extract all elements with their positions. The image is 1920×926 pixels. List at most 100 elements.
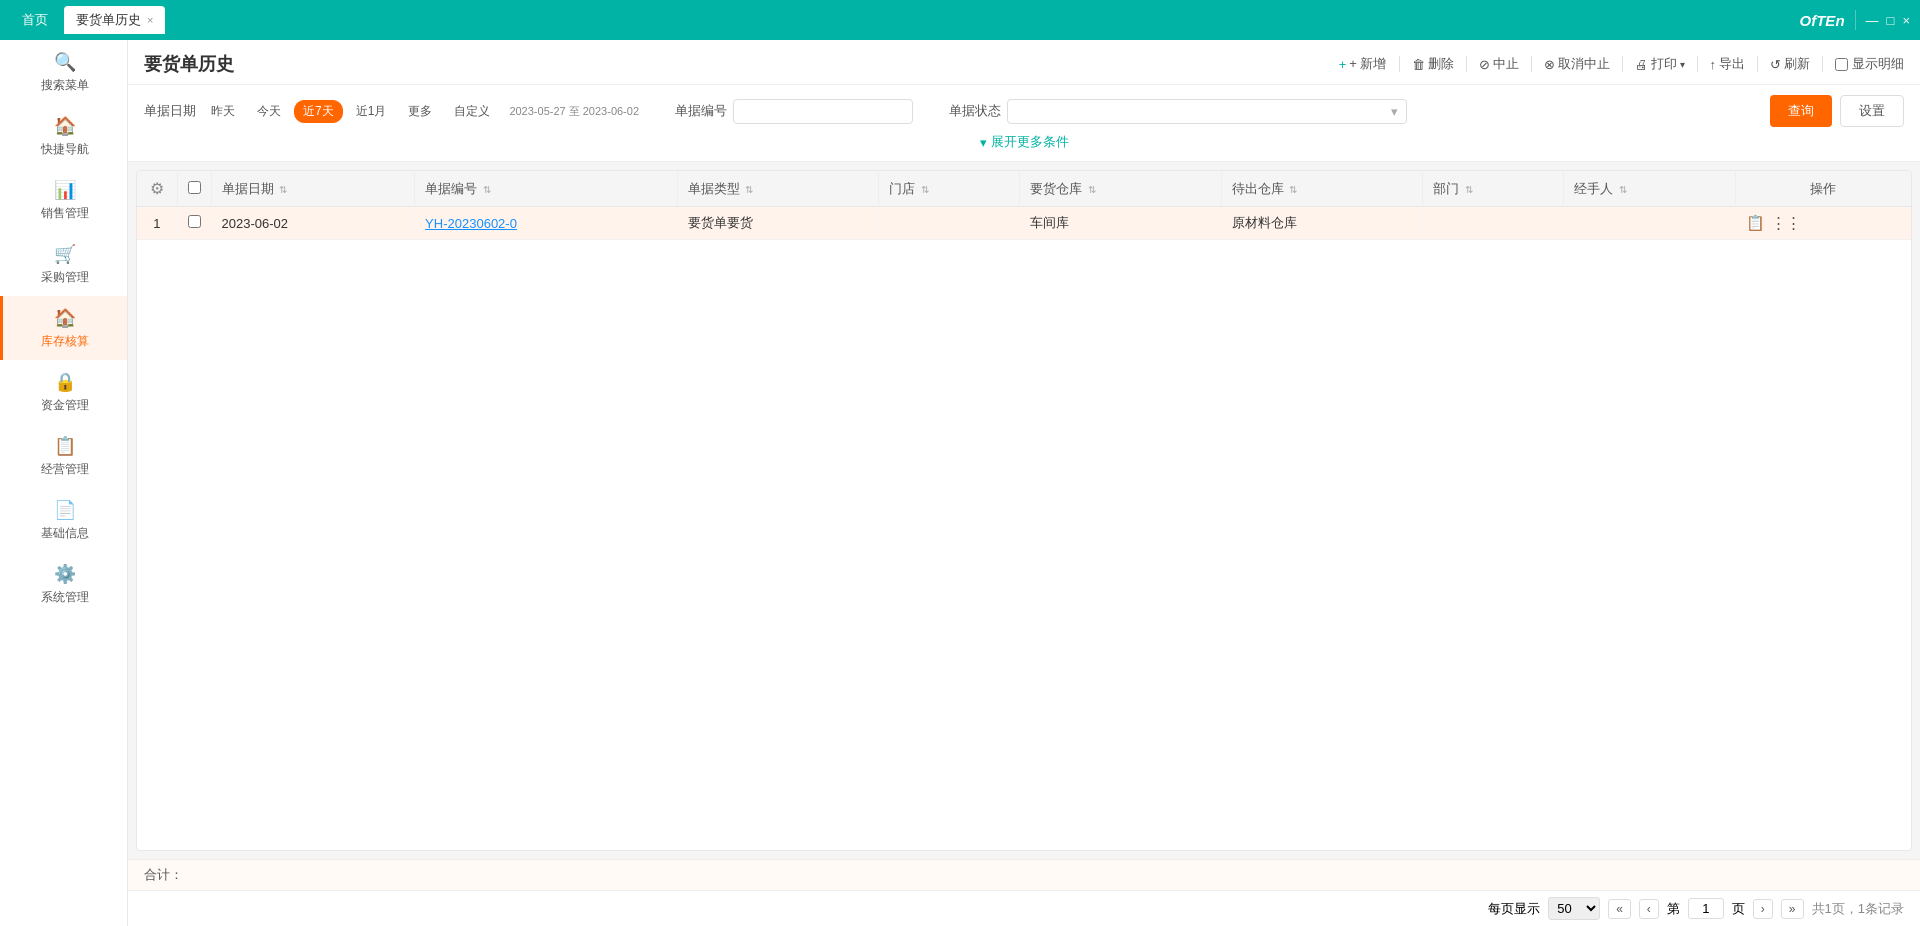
date-btn-today[interactable]: 今天 <box>248 100 290 123</box>
print-dropdown-icon: ▾ <box>1680 59 1685 70</box>
filter-group-doc-status: 单据状态 ▾ <box>949 99 1754 124</box>
sidebar-item-finance[interactable]: 🔒 资金管理 <box>0 360 127 424</box>
sort-store-icon[interactable]: ⇅ <box>921 184 929 195</box>
sidebar-item-system-label: 系统管理 <box>41 589 89 606</box>
per-page-select[interactable]: 50 20 100 200 <box>1548 897 1600 920</box>
sort-handler-icon[interactable]: ⇅ <box>1619 184 1627 195</box>
stop-button[interactable]: ⊘ 中止 <box>1479 55 1519 73</box>
date-btn-more[interactable]: 更多 <box>399 100 441 123</box>
divider-6 <box>1757 56 1758 72</box>
td-doc-type: 要货单要货 <box>677 207 879 240</box>
sidebar-item-purchase-label: 采购管理 <box>41 269 89 286</box>
table-row: 1 2023-06-02 YH-20230602-0 要货单要货 车间库 原材料… <box>137 207 1911 240</box>
export-button[interactable]: ↑ 导出 <box>1710 55 1746 73</box>
td-index: 1 <box>137 207 177 240</box>
select-all-checkbox[interactable] <box>188 181 201 194</box>
date-btn-custom[interactable]: 自定义 <box>445 100 499 123</box>
print-button[interactable]: 🖨 打印 ▾ <box>1635 55 1685 73</box>
expand-more-label: 展开更多条件 <box>991 133 1069 151</box>
cancel-stop-icon: ⊗ <box>1544 57 1555 72</box>
th-doc-type: 单据类型 ⇅ <box>677 171 879 207</box>
doc-status-select[interactable]: ▾ <box>1007 99 1407 124</box>
top-bar-right: OfTEn — □ × <box>1800 10 1910 30</box>
refresh-button[interactable]: ↺ 刷新 <box>1770 55 1810 73</box>
row-more-icon[interactable]: ⋮⋮ <box>1771 214 1801 232</box>
sidebar-item-basic-info[interactable]: 📄 基础信息 <box>0 488 127 552</box>
sidebar-item-system[interactable]: ⚙️ 系统管理 <box>0 552 127 616</box>
system-icon: ⚙️ <box>54 563 76 585</box>
page-title: 要货单历史 <box>144 52 234 76</box>
doc-number-input[interactable] <box>733 99 913 124</box>
sidebar-item-sales-label: 销售管理 <box>41 205 89 222</box>
tab-requisition-history[interactable]: 要货单历史 × <box>64 6 165 34</box>
sidebar-item-inventory[interactable]: 🏠 库存核算 <box>0 296 127 360</box>
th-department: 部门 ⇅ <box>1423 171 1564 207</box>
sidebar-item-purchase[interactable]: 🛒 采购管理 <box>0 232 127 296</box>
minimize-btn[interactable]: — <box>1866 13 1879 28</box>
sort-doc-date-icon[interactable]: ⇅ <box>279 184 287 195</box>
filter-area: 单据日期 昨天 今天 近7天 近1月 更多 自定义 2023-05-27 至 2… <box>128 85 1920 162</box>
th-doc-date: 单据日期 ⇅ <box>211 171 415 207</box>
sidebar-item-basic-info-label: 基础信息 <box>41 525 89 542</box>
new-icon: + <box>1339 57 1347 72</box>
td-doc-number[interactable]: YH-20230602-0 <box>415 207 677 240</box>
sidebar-item-finance-label: 资金管理 <box>41 397 89 414</box>
sort-doc-number-icon[interactable]: ⇅ <box>483 184 491 195</box>
delete-button[interactable]: 🗑 删除 <box>1412 55 1454 73</box>
table-settings-icon[interactable]: ⚙ <box>150 180 164 197</box>
delete-label: 删除 <box>1428 55 1454 73</box>
expand-more-button[interactable]: ▾ 展开更多条件 <box>144 133 1904 151</box>
query-buttons: 查询 设置 <box>1770 95 1904 127</box>
sidebar-item-sales[interactable]: 📊 销售管理 <box>0 168 127 232</box>
sort-req-warehouse-icon[interactable]: ⇅ <box>1088 184 1096 195</box>
per-page-label: 每页显示 <box>1488 900 1540 918</box>
search-menu-icon: 🔍 <box>54 51 76 73</box>
maximize-btn[interactable]: □ <box>1887 13 1895 28</box>
sidebar-item-search[interactable]: 🔍 搜索菜单 <box>0 40 127 104</box>
divider-5 <box>1697 56 1698 72</box>
page-number-input[interactable] <box>1688 898 1724 919</box>
stop-icon: ⊘ <box>1479 57 1490 72</box>
display-detail-input[interactable] <box>1835 58 1848 71</box>
td-req-warehouse: 车间库 <box>1020 207 1222 240</box>
export-icon: ↑ <box>1710 57 1717 72</box>
page-suffix-label: 页 <box>1732 900 1745 918</box>
export-label: 导出 <box>1719 55 1745 73</box>
filter-group-date: 单据日期 昨天 今天 近7天 近1月 更多 自定义 2023-05-27 至 2… <box>144 100 639 123</box>
display-detail-checkbox[interactable]: 显示明细 <box>1835 55 1904 73</box>
prev-page-btn[interactable]: ‹ <box>1639 899 1659 919</box>
pagination-info: 共1页，1条记录 <box>1812 900 1904 918</box>
th-pending-warehouse: 待出仓库 ⇅ <box>1221 171 1423 207</box>
row-edit-icon[interactable]: 📋 <box>1746 214 1765 232</box>
first-page-btn[interactable]: « <box>1608 899 1631 919</box>
doc-number-link[interactable]: YH-20230602-0 <box>425 216 517 231</box>
date-btn-yesterday[interactable]: 昨天 <box>202 100 244 123</box>
print-icon: 🖨 <box>1635 57 1648 72</box>
cancel-stop-button[interactable]: ⊗ 取消中止 <box>1544 55 1610 73</box>
new-button[interactable]: + + 新增 <box>1339 55 1387 73</box>
sort-department-icon[interactable]: ⇅ <box>1465 184 1473 195</box>
sidebar: 🔍 搜索菜单 🏠 快捷导航 📊 销售管理 🛒 采购管理 🏠 库存核算 🔒 资金管… <box>0 40 128 926</box>
brand-text: OfTEn <box>1800 12 1845 29</box>
settings-button[interactable]: 设置 <box>1840 95 1904 127</box>
last-page-btn[interactable]: » <box>1781 899 1804 919</box>
main-layout: 🔍 搜索菜单 🏠 快捷导航 📊 销售管理 🛒 采购管理 🏠 库存核算 🔒 资金管… <box>0 40 1920 926</box>
sidebar-item-operations[interactable]: 📋 经营管理 <box>0 424 127 488</box>
basic-info-icon: 📄 <box>54 499 76 521</box>
query-button[interactable]: 查询 <box>1770 95 1832 127</box>
page-prefix-label: 第 <box>1667 900 1680 918</box>
divider-7 <box>1822 56 1823 72</box>
row-checkbox[interactable] <box>188 215 201 228</box>
sort-pending-warehouse-icon[interactable]: ⇅ <box>1289 184 1297 195</box>
tab-home[interactable]: 首页 <box>10 6 60 34</box>
close-icon[interactable]: × <box>147 14 153 26</box>
next-page-btn[interactable]: › <box>1753 899 1773 919</box>
sort-doc-type-icon[interactable]: ⇅ <box>745 184 753 195</box>
date-btn-7days[interactable]: 近7天 <box>294 100 343 123</box>
print-label: 打印 <box>1651 55 1677 73</box>
date-btn-1month[interactable]: 近1月 <box>347 100 396 123</box>
sidebar-item-quick-nav[interactable]: 🏠 快捷导航 <box>0 104 127 168</box>
close-window-btn[interactable]: × <box>1902 13 1910 28</box>
divider-1 <box>1399 56 1400 72</box>
tab-home-label: 首页 <box>22 11 48 29</box>
